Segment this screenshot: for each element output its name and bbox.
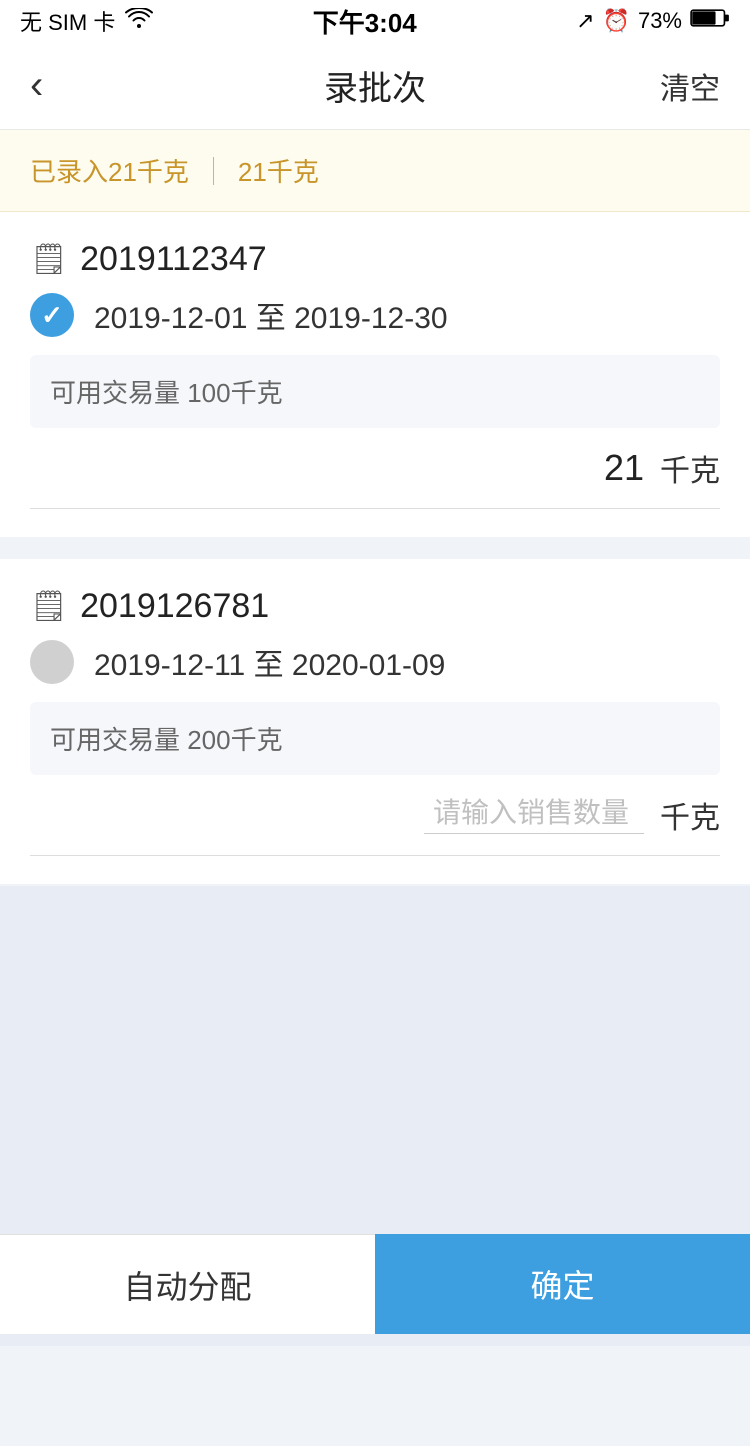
spacer-2 — [0, 856, 750, 884]
batch-doc-icon-1: 🗒 — [30, 242, 68, 277]
checkbox-2[interactable] — [30, 640, 74, 684]
batch-id-1: 2019112347 — [80, 240, 267, 279]
page-title: 录批次 — [324, 61, 426, 110]
date-range-2: 2019-12-11 至 2020-01-09 — [94, 640, 445, 684]
status-bar-left: 无 SIM 卡 — [20, 5, 153, 37]
status-bar: 无 SIM 卡 下午3:04 ↗ ⏰ 73% — [0, 0, 750, 42]
wifi-icon — [125, 8, 153, 34]
batch-card-1: 🗒 2019112347 ✓ 2019-12-01 至 2019-12-30 可… — [0, 212, 750, 537]
battery-icon — [690, 7, 730, 35]
confirm-button[interactable]: 确定 — [375, 1234, 750, 1334]
batch-id-2: 2019126781 — [80, 587, 269, 626]
clear-button[interactable]: 清空 — [660, 64, 720, 108]
bottom-bar: 自动分配 确定 — [0, 1234, 750, 1334]
date-range-1: 2019-12-01 至 2019-12-30 — [94, 293, 448, 337]
input-row-2: 千克 — [0, 775, 750, 837]
input-unit-2: 千克 — [660, 793, 720, 837]
date-row-2: 2019-12-11 至 2020-01-09 — [30, 640, 720, 684]
banner-divider — [213, 157, 214, 185]
status-time: 下午3:04 — [313, 3, 417, 40]
nav-bar: ‹ 录批次 清空 — [0, 42, 750, 130]
location-icon: ↗ — [576, 8, 594, 34]
quantity-input-2[interactable] — [424, 797, 644, 834]
spacer-1 — [0, 509, 750, 537]
alarm-icon: ⏰ — [603, 8, 630, 34]
recorded-value: 21千克 — [238, 152, 319, 189]
batch-id-row-2: 🗒 2019126781 — [30, 587, 720, 626]
batch-id-row-1: 🗒 2019112347 — [30, 240, 720, 279]
battery-percent: 73% — [638, 8, 682, 34]
batch-card-2-inner: 🗒 2019126781 2019-12-11 至 2020-01-09 可用交… — [0, 559, 750, 775]
sim-text: 无 SIM 卡 — [20, 5, 115, 37]
batch-card-2: 🗒 2019126781 2019-12-11 至 2020-01-09 可用交… — [0, 559, 750, 884]
quantity-unit-1: 千克 — [660, 446, 720, 490]
recorded-label: 已录入21千克 — [30, 152, 189, 189]
info-banner: 已录入21千克 21千克 — [0, 130, 750, 212]
auto-distribute-button[interactable]: 自动分配 — [0, 1234, 375, 1334]
avail-row-1: 可用交易量 100千克 — [30, 355, 720, 428]
quantity-value-1: 21 — [604, 447, 644, 489]
quantity-row-1: 21 千克 — [0, 428, 750, 490]
batch-card-1-inner: 🗒 2019112347 ✓ 2019-12-01 至 2019-12-30 可… — [0, 212, 750, 428]
date-row-1: ✓ 2019-12-01 至 2019-12-30 — [30, 293, 720, 337]
batch-doc-icon-2: 🗒 — [30, 589, 68, 624]
avail-row-2: 可用交易量 200千克 — [30, 702, 720, 775]
status-bar-right: ↗ ⏰ 73% — [576, 7, 730, 35]
checkmark-1: ✓ — [41, 300, 63, 331]
back-button[interactable]: ‹ — [30, 63, 90, 108]
checkbox-1[interactable]: ✓ — [30, 293, 74, 337]
section-gap — [0, 539, 750, 559]
